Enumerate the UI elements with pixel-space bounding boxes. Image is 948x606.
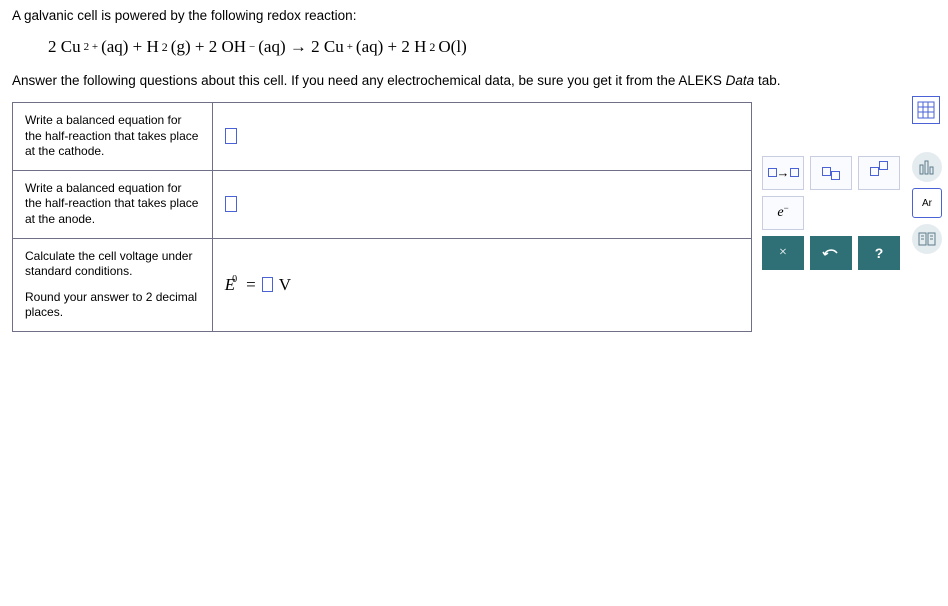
question-icon: ?	[875, 245, 884, 261]
palette-clear-button[interactable]: ×	[762, 236, 804, 270]
tool-reference-button[interactable]	[912, 224, 942, 254]
answer-placeholder-icon	[262, 277, 273, 292]
redox-equation: 2 Cu2 + (aq) + H2 (g) + 2 OH− (aq) → 2 C…	[12, 31, 936, 67]
row-voltage-label: Calculate the cell voltage under standar…	[13, 238, 213, 331]
eq-part: 2 Cu	[48, 37, 81, 57]
palette-superscript-button[interactable]	[858, 156, 900, 190]
eq-part: (g) + 2 OH	[171, 37, 246, 57]
row-cathode-label: Write a balanced equation for the half-r…	[13, 103, 213, 171]
row-cathode-answer[interactable]	[212, 103, 751, 171]
answer-placeholder-icon	[225, 128, 237, 144]
undo-icon	[822, 247, 840, 259]
row-voltage-text-a: Calculate the cell voltage under standar…	[25, 249, 200, 280]
row-anode-label: Write a balanced equation for the half-r…	[13, 170, 213, 238]
palette-subscript-button[interactable]	[810, 156, 852, 190]
eq-part: (aq) → 2 Cu	[258, 37, 343, 57]
eq-sup: 2 +	[84, 41, 98, 53]
eq-part: (aq) + 2 H	[356, 37, 426, 57]
input-palette: → e− × ? Ar	[758, 152, 942, 274]
evolt-zero: 0	[232, 274, 237, 285]
tool-bar-chart-button[interactable]	[912, 152, 942, 182]
times-icon: ×	[779, 245, 787, 261]
eq-part: O(l)	[438, 37, 466, 57]
palette-yields-button[interactable]: →	[762, 156, 804, 190]
eq-sub: 2	[162, 40, 168, 55]
bar-chart-icon	[918, 159, 936, 175]
note-data-tab: Data	[726, 73, 755, 88]
electron-minus: −	[784, 203, 789, 213]
yields-icon: →	[768, 165, 799, 182]
evolt-v: V	[279, 275, 291, 295]
side-tools-column: Ar	[912, 152, 942, 254]
superscript-icon	[870, 165, 888, 181]
subscript-icon	[822, 165, 840, 181]
intro-text: A galvanic cell is powered by the follow…	[12, 8, 936, 23]
instruction-note: Answer the following questions about thi…	[12, 73, 936, 88]
data-table-button[interactable]	[912, 96, 940, 124]
grid-icon	[917, 101, 935, 119]
row-voltage-text-b: Round your answer to 2 decimal places.	[25, 290, 200, 321]
row-anode-answer[interactable]	[212, 170, 751, 238]
periodic-ar-label: Ar	[922, 198, 932, 209]
answer-placeholder-icon	[225, 196, 237, 212]
evolt-eq: =	[246, 275, 256, 295]
book-icon	[918, 232, 936, 246]
palette-help-button[interactable]: ?	[858, 236, 900, 270]
eq-sub: 2	[429, 40, 435, 55]
eq-sup: +	[347, 41, 353, 53]
eq-part: (aq) + H	[101, 37, 159, 57]
palette-electron-button[interactable]: e−	[762, 196, 804, 230]
note-text: Answer the following questions about thi…	[12, 73, 726, 88]
palette-grid: → e− × ?	[758, 152, 904, 274]
palette-undo-button[interactable]	[810, 236, 852, 270]
eq-sup: −	[249, 41, 255, 53]
row-voltage-answer[interactable]: E0 = V	[212, 238, 751, 331]
note-text: tab.	[754, 73, 780, 88]
question-table: Write a balanced equation for the half-r…	[12, 102, 752, 332]
tool-periodic-button[interactable]: Ar	[912, 188, 942, 218]
